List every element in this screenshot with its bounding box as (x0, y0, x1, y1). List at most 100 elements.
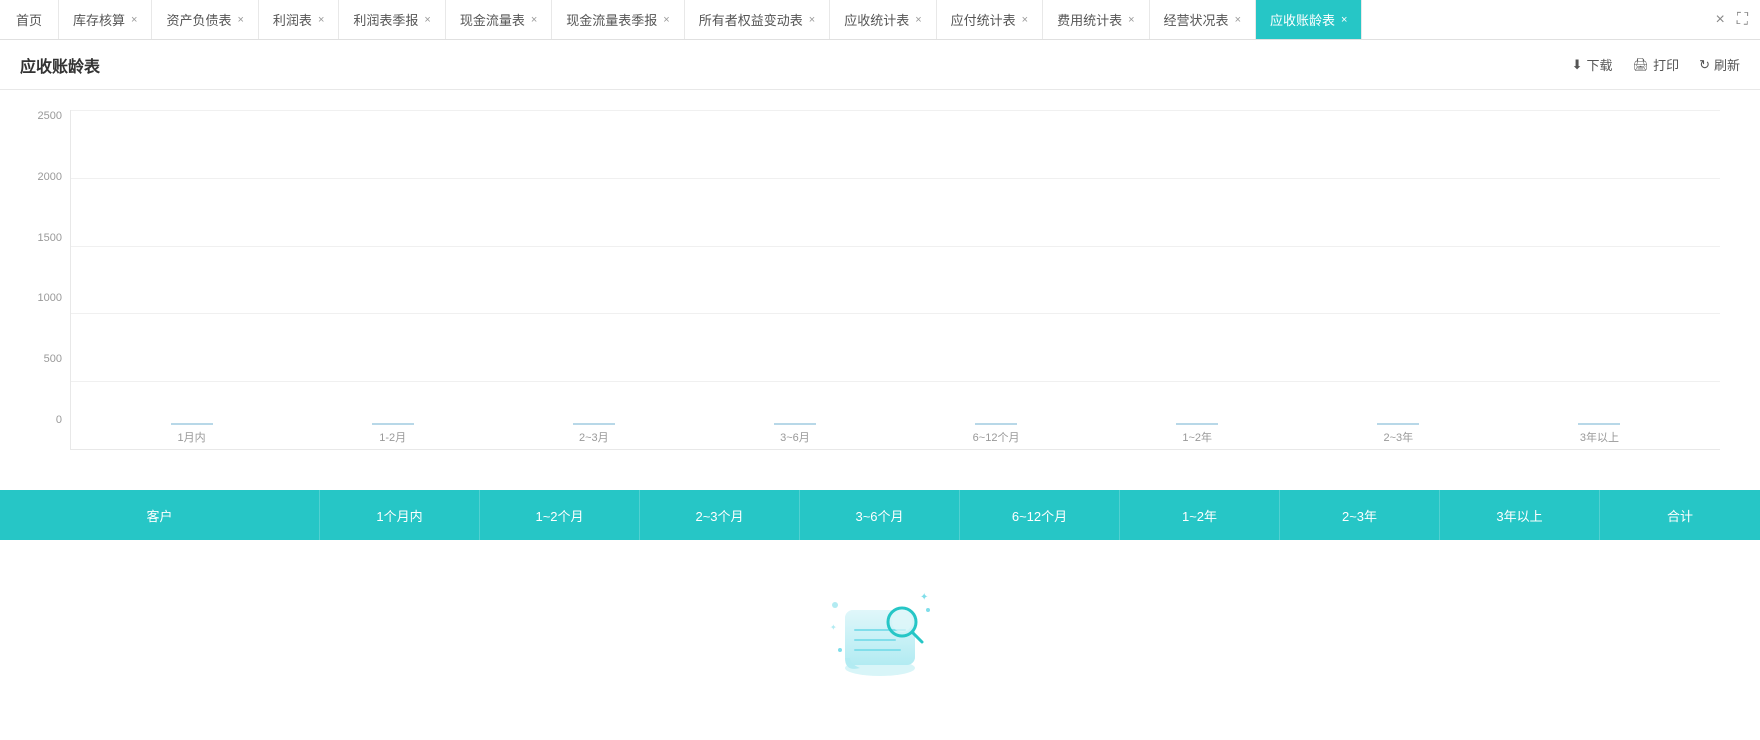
download-icon: ⬇ (1572, 57, 1583, 73)
svg-text:✦: ✦ (920, 592, 928, 603)
table-header: 客户 1个月内 1~2个月 2~3个月 3~6个月 6~12个月 1~2年 2~… (0, 490, 1760, 540)
svg-text:✦: ✦ (830, 623, 837, 632)
tab-expense-stats[interactable]: 费用统计表 × (1043, 0, 1149, 40)
y-label-2500top: 2500 (38, 110, 62, 122)
bar-8 (1578, 423, 1620, 425)
tab-cashflow[interactable]: 现金流量表 × (446, 0, 552, 40)
bar-7 (1377, 423, 1419, 425)
empty-state: ✦ ✦ (0, 540, 1760, 740)
tab-income-quarterly-close[interactable]: × (424, 14, 430, 26)
th-1-2years: 1~2年 (1120, 490, 1280, 540)
bar-group-1 (91, 423, 292, 425)
bar-group-8 (1499, 423, 1700, 425)
tab-cashflow-close[interactable]: × (531, 14, 537, 26)
x-label-6: 1~2年 (1097, 429, 1298, 445)
x-label-2: 1-2月 (292, 429, 493, 445)
tab-operation[interactable]: 经营状况表 × (1150, 0, 1256, 40)
tab-home[interactable]: 首页 (0, 0, 59, 40)
y-label-2000: 2000 (38, 171, 62, 183)
print-label: 打印 (1653, 55, 1679, 74)
empty-icon: ✦ ✦ (820, 580, 940, 680)
refresh-button[interactable]: ↻ 刷新 (1699, 55, 1740, 74)
tab-cashflow-quarterly[interactable]: 现金流量表季报 × (552, 0, 684, 40)
th-2-3months: 2~3个月 (640, 490, 800, 540)
bar-6 (1176, 423, 1218, 425)
bar-5 (975, 423, 1017, 425)
tab-ar-stats-close[interactable]: × (915, 14, 921, 26)
bar-3 (573, 423, 615, 425)
empty-illustration: ✦ ✦ (820, 580, 940, 680)
th-total: 合计 (1600, 490, 1760, 540)
bar-group-2 (292, 423, 493, 425)
tab-ap-stats-label: 应付统计表 (951, 10, 1016, 29)
bars-wrapper (71, 110, 1720, 425)
bar-group-5 (896, 423, 1097, 425)
bar-group-7 (1298, 423, 1499, 425)
th-1month: 1个月内 (320, 490, 480, 540)
chart-plot: 1月内 1-2月 2~3月 3~6月 6~12个月 1~2年 2~3年 3年以上 (70, 110, 1720, 450)
tab-ar-aging-label: 应收账龄表 (1270, 10, 1335, 29)
bar-2 (372, 423, 414, 425)
y-label-1000: 1000 (38, 292, 62, 304)
chart-area: 2500 2000 1500 1000 500 0 (0, 90, 1760, 490)
refresh-label: 刷新 (1714, 55, 1740, 74)
tab-inventory-close[interactable]: × (131, 14, 137, 26)
tab-bar: 首页 库存核算 × 资产负债表 × 利润表 × 利润表季报 × 现金流量表 × … (0, 0, 1760, 40)
tab-equity-close[interactable]: × (809, 14, 815, 26)
th-customer: 客户 (0, 490, 320, 540)
tab-balance-sheet[interactable]: 资产负债表 × (152, 0, 258, 40)
tab-equity[interactable]: 所有者权益变动表 × (685, 0, 830, 40)
th-6-12months: 6~12个月 (960, 490, 1120, 540)
chart-inner: 2500 2000 1500 1000 500 0 (20, 110, 1720, 450)
tab-income-quarterly[interactable]: 利润表季报 × (339, 0, 445, 40)
tab-expense-stats-label: 费用统计表 (1057, 10, 1122, 29)
bar-group-4 (694, 423, 895, 425)
tab-ar-aging-close[interactable]: × (1341, 14, 1347, 26)
tab-ap-stats[interactable]: 应付统计表 × (937, 0, 1043, 40)
download-label: 下载 (1587, 55, 1613, 74)
tab-income-quarterly-label: 利润表季报 (353, 10, 418, 29)
page-title: 应收账龄表 (20, 53, 100, 77)
x-label-8: 3年以上 (1499, 429, 1700, 445)
maximize-button[interactable]: ⛶ (1737, 11, 1748, 29)
download-button[interactable]: ⬇ 下载 (1572, 55, 1613, 74)
tab-balance-label: 资产负债表 (166, 10, 231, 29)
tab-ar-stats-label: 应收统计表 (844, 10, 909, 29)
tab-inventory-label: 库存核算 (73, 10, 125, 29)
tab-ar-stats[interactable]: 应收统计表 × (830, 0, 936, 40)
y-label-500: 500 (44, 353, 62, 365)
header-actions: ⬇ 下载 🖨 打印 ↻ 刷新 (1572, 55, 1740, 74)
y-axis: 2500 2000 1500 1000 500 0 (20, 110, 70, 450)
tab-expense-stats-close[interactable]: × (1128, 14, 1134, 26)
tab-income-close[interactable]: × (318, 14, 324, 26)
bar-1 (171, 423, 213, 425)
y-label-0: 0 (56, 414, 62, 426)
close-button[interactable]: × (1715, 11, 1724, 29)
th-1-2months: 1~2个月 (480, 490, 640, 540)
th-3-6months: 3~6个月 (800, 490, 960, 540)
tab-cashflow-quarterly-close[interactable]: × (663, 14, 669, 26)
refresh-icon: ↻ (1699, 57, 1710, 73)
tab-ap-stats-close[interactable]: × (1022, 14, 1028, 26)
bar-group-6 (1097, 423, 1298, 425)
main-content: 2500 2000 1500 1000 500 0 (0, 90, 1760, 740)
y-label-1500: 1500 (38, 232, 62, 244)
print-button[interactable]: 🖨 打印 (1633, 55, 1680, 74)
tab-inventory[interactable]: 库存核算 × (59, 0, 152, 40)
x-label-5: 6~12个月 (896, 429, 1097, 445)
x-label-7: 2~3年 (1298, 429, 1499, 445)
x-label-1: 1月内 (91, 429, 292, 445)
tab-income[interactable]: 利润表 × (259, 0, 339, 40)
tab-cashflow-quarterly-label: 现金流量表季报 (566, 10, 657, 29)
tab-balance-close[interactable]: × (237, 14, 243, 26)
tab-income-label: 利润表 (273, 10, 312, 29)
x-axis-labels: 1月内 1-2月 2~3月 3~6月 6~12个月 1~2年 2~3年 3年以上 (71, 429, 1720, 445)
tab-operation-label: 经营状况表 (1164, 10, 1229, 29)
bar-group-3 (493, 423, 694, 425)
print-icon: 🖨 (1633, 57, 1650, 73)
tab-ar-aging[interactable]: 应收账龄表 × (1256, 0, 1362, 40)
x-label-4: 3~6月 (694, 429, 895, 445)
window-controls: × ⛶ (1715, 11, 1760, 29)
tab-equity-label: 所有者权益变动表 (699, 10, 803, 29)
tab-operation-close[interactable]: × (1235, 14, 1241, 26)
